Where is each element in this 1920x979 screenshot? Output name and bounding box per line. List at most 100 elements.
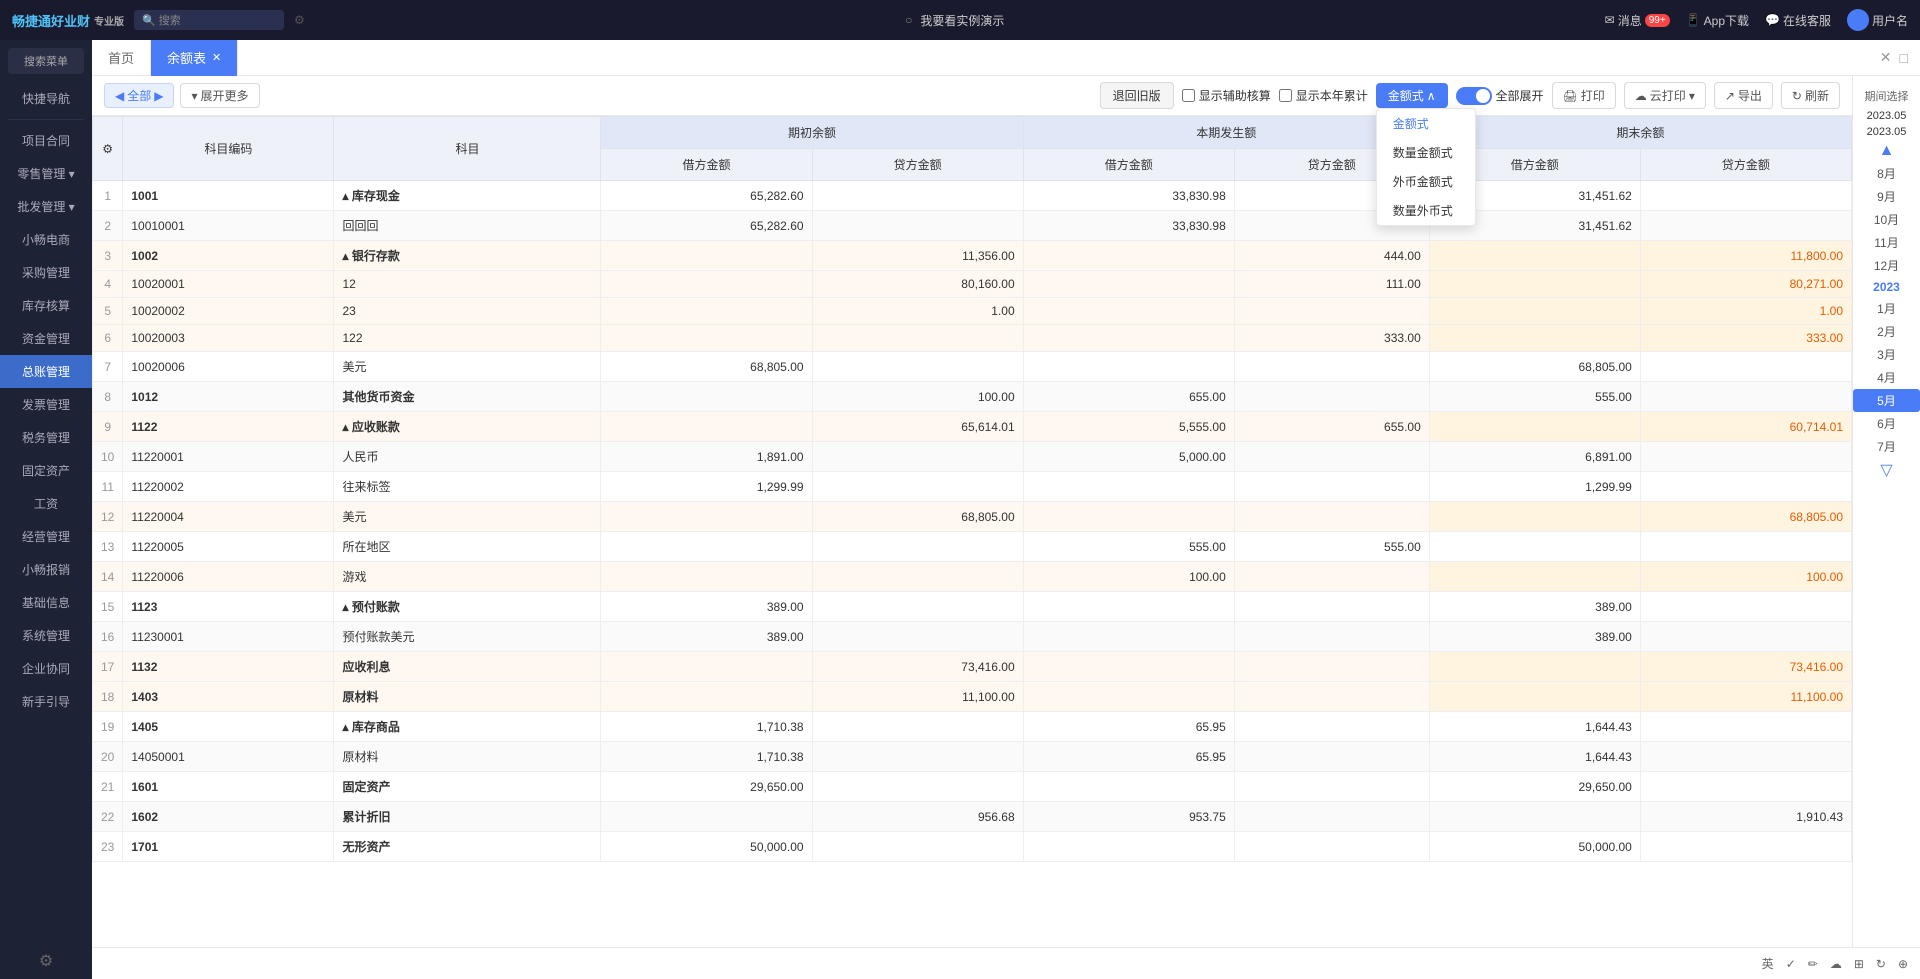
row-code[interactable]: 10010001 — [123, 211, 334, 241]
row-code[interactable]: 11220006 — [123, 562, 334, 592]
table-row[interactable]: 17 1132 应收利息 73,416.00 73,416.00 — [93, 652, 1852, 682]
table-row[interactable]: 18 1403 原材料 11,100.00 11,100.00 — [93, 682, 1852, 712]
expand-more-btn[interactable]: ▾ 展开更多 — [180, 83, 259, 108]
sidebar-item-cooperation[interactable]: 企业协同 — [0, 652, 92, 685]
sidebar-item-ledger[interactable]: 总账管理 — [0, 355, 92, 388]
period-month-4[interactable]: 4月 — [1853, 366, 1920, 389]
sidebar-item-payroll[interactable]: 工资 — [0, 487, 92, 520]
period-month-9[interactable]: 9月 — [1853, 185, 1920, 208]
sidebar-item-guide[interactable]: 新手引导 — [0, 685, 92, 718]
row-code[interactable]: 1701 — [123, 832, 334, 862]
row-subject[interactable]: 往来标签 — [334, 472, 601, 502]
table-row[interactable]: 4 10020001 12 80,160.00 111.00 80,271.00 — [93, 271, 1852, 298]
sidebar-item-invoice[interactable]: 发票管理 — [0, 388, 92, 421]
row-subject[interactable]: 23 — [334, 298, 601, 325]
row-subject[interactable]: 美元 — [334, 352, 601, 382]
export-btn[interactable]: ↗ 导出 — [1714, 82, 1773, 109]
bottom-icon-edit[interactable]: ✏ — [1808, 957, 1818, 971]
online-service-btn[interactable]: 💬 在线客服 — [1765, 12, 1831, 29]
row-code[interactable]: 1002 — [123, 241, 334, 271]
row-subject[interactable]: ▴ 库存商品 — [334, 712, 601, 742]
dropdown-item-qty-amount[interactable]: 数量金额式 — [1377, 138, 1475, 167]
show-annual-checkbox[interactable]: 显示本年累计 — [1279, 87, 1368, 104]
sidebar-item-system[interactable]: 系统管理 — [0, 619, 92, 652]
toggle-area[interactable]: 全部展开 — [1456, 87, 1544, 105]
bottom-icon-db[interactable]: ⊞ — [1854, 957, 1864, 971]
row-subject[interactable]: ▴ 库存现金 — [334, 181, 601, 211]
view-mode-dropdown[interactable]: 金额式 ∧ 金额式 数量金额式 外币金额式 数量外币式 — [1376, 83, 1448, 108]
return-old-btn[interactable]: 退回旧版 — [1100, 82, 1174, 109]
row-code[interactable]: 11230001 — [123, 622, 334, 652]
row-code[interactable]: 1132 — [123, 652, 334, 682]
table-row[interactable]: 12 11220004 美元 68,805.00 68,805.00 — [93, 502, 1852, 532]
breadcrumb-btn[interactable]: ◀ 全部 ▶ — [104, 83, 174, 108]
bottom-icon-cloud[interactable]: ☁ — [1830, 957, 1842, 971]
row-code[interactable]: 10020006 — [123, 352, 334, 382]
row-code[interactable]: 10020002 — [123, 298, 334, 325]
table-row[interactable]: 14 11220006 游戏 100.00 100.00 — [93, 562, 1852, 592]
tab-close-icon[interactable]: ✕ — [212, 51, 221, 64]
sidebar-item-ecommerce[interactable]: 小畅电商 — [0, 223, 92, 256]
row-code[interactable]: 1601 — [123, 772, 334, 802]
table-row[interactable]: 8 1012 其他货币资金 100.00 655.00 555.00 — [93, 382, 1852, 412]
row-subject[interactable]: 回回回 — [334, 211, 601, 241]
search-menu-btn[interactable]: 搜索菜单 — [8, 48, 84, 74]
print-btn[interactable]: 🖨 打印 — [1552, 82, 1616, 109]
table-row[interactable]: 5 10020002 23 1.00 1.00 — [93, 298, 1852, 325]
row-code[interactable]: 1602 — [123, 802, 334, 832]
dropdown-item-amount[interactable]: 金额式 — [1377, 109, 1475, 138]
table-row[interactable]: 1 1001 ▴ 库存现金 65,282.60 33,830.98 31,451… — [93, 181, 1852, 211]
user-avatar[interactable]: 用户名 — [1847, 9, 1908, 31]
settings-icon[interactable]: ⚙ — [294, 13, 305, 27]
row-subject[interactable]: 人民币 — [334, 442, 601, 472]
app-download-btn[interactable]: 📱 App下载 — [1686, 12, 1749, 29]
row-subject[interactable]: 固定资产 — [334, 772, 601, 802]
row-code[interactable]: 14050001 — [123, 742, 334, 772]
row-code[interactable]: 10020003 — [123, 325, 334, 352]
row-code[interactable]: 11220002 — [123, 472, 334, 502]
th-settings[interactable]: ⚙ — [93, 117, 123, 181]
minimize-btn[interactable]: ✕ — [1880, 49, 1892, 66]
table-row[interactable]: 3 1002 ▴ 银行存款 11,356.00 444.00 11,800.00 — [93, 241, 1852, 271]
row-subject[interactable]: 累计折旧 — [334, 802, 601, 832]
maximize-btn[interactable]: □ — [1900, 50, 1908, 66]
table-row[interactable]: 6 10020003 122 333.00 333.00 — [93, 325, 1852, 352]
sidebar-item-wholesale[interactable]: 批发管理 ▾ — [0, 190, 92, 223]
period-month-11[interactable]: 11月 — [1853, 231, 1920, 254]
sidebar-item-tax[interactable]: 税务管理 — [0, 421, 92, 454]
table-row[interactable]: 20 14050001 原材料 1,710.38 65.95 1,644.43 — [93, 742, 1852, 772]
row-subject[interactable]: 原材料 — [334, 742, 601, 772]
row-code[interactable]: 1405 — [123, 712, 334, 742]
row-subject[interactable]: 所在地区 — [334, 532, 601, 562]
bottom-icon-refresh[interactable]: ↻ — [1876, 957, 1886, 971]
row-subject[interactable]: 预付账款美元 — [334, 622, 601, 652]
row-subject[interactable]: 无形资产 — [334, 832, 601, 862]
show-auxiliary-checkbox[interactable]: 显示辅助核算 — [1182, 87, 1271, 104]
search-bar[interactable]: 🔍 搜索 — [134, 10, 284, 30]
messages-btn[interactable]: ✉ 消息 99+ — [1605, 12, 1670, 29]
tab-balance-sheet[interactable]: 余额表 ✕ — [151, 40, 238, 76]
period-month-8[interactable]: 8月 — [1853, 162, 1920, 185]
table-row[interactable]: 10 11220001 人民币 1,891.00 5,000.00 6,891.… — [93, 442, 1852, 472]
period-month-7[interactable]: 7月 — [1853, 435, 1920, 458]
sidebar-item-fixed-assets[interactable]: 固定资产 — [0, 454, 92, 487]
row-subject[interactable]: 应收利息 — [334, 652, 601, 682]
period-month-12[interactable]: 12月 — [1853, 254, 1920, 277]
sidebar-item-inventory[interactable]: 库存核算 — [0, 289, 92, 322]
row-subject[interactable]: 12 — [334, 271, 601, 298]
period-down-arrow[interactable]: ▽ — [1878, 458, 1894, 482]
period-year-2023[interactable]: 2023 — [1853, 277, 1920, 297]
period-month-1[interactable]: 1月 — [1853, 297, 1920, 320]
row-subject[interactable]: ▴ 银行存款 — [334, 241, 601, 271]
row-code[interactable]: 1403 — [123, 682, 334, 712]
table-row[interactable]: 11 11220002 往来标签 1,299.99 1,299.99 — [93, 472, 1852, 502]
row-code[interactable]: 10020001 — [123, 271, 334, 298]
view-mode-btn[interactable]: 金额式 ∧ — [1376, 83, 1448, 108]
period-month-2[interactable]: 2月 — [1853, 320, 1920, 343]
row-subject[interactable]: 美元 — [334, 502, 601, 532]
table-row[interactable]: 19 1405 ▴ 库存商品 1,710.38 65.95 1,644.43 — [93, 712, 1852, 742]
table-row[interactable]: 16 11230001 预付账款美元 389.00 389.00 — [93, 622, 1852, 652]
sidebar-item-project[interactable]: 项目合同 — [0, 124, 92, 157]
table-row[interactable]: 13 11220005 所在地区 555.00 555.00 — [93, 532, 1852, 562]
sidebar-item-capital[interactable]: 资金管理 — [0, 322, 92, 355]
